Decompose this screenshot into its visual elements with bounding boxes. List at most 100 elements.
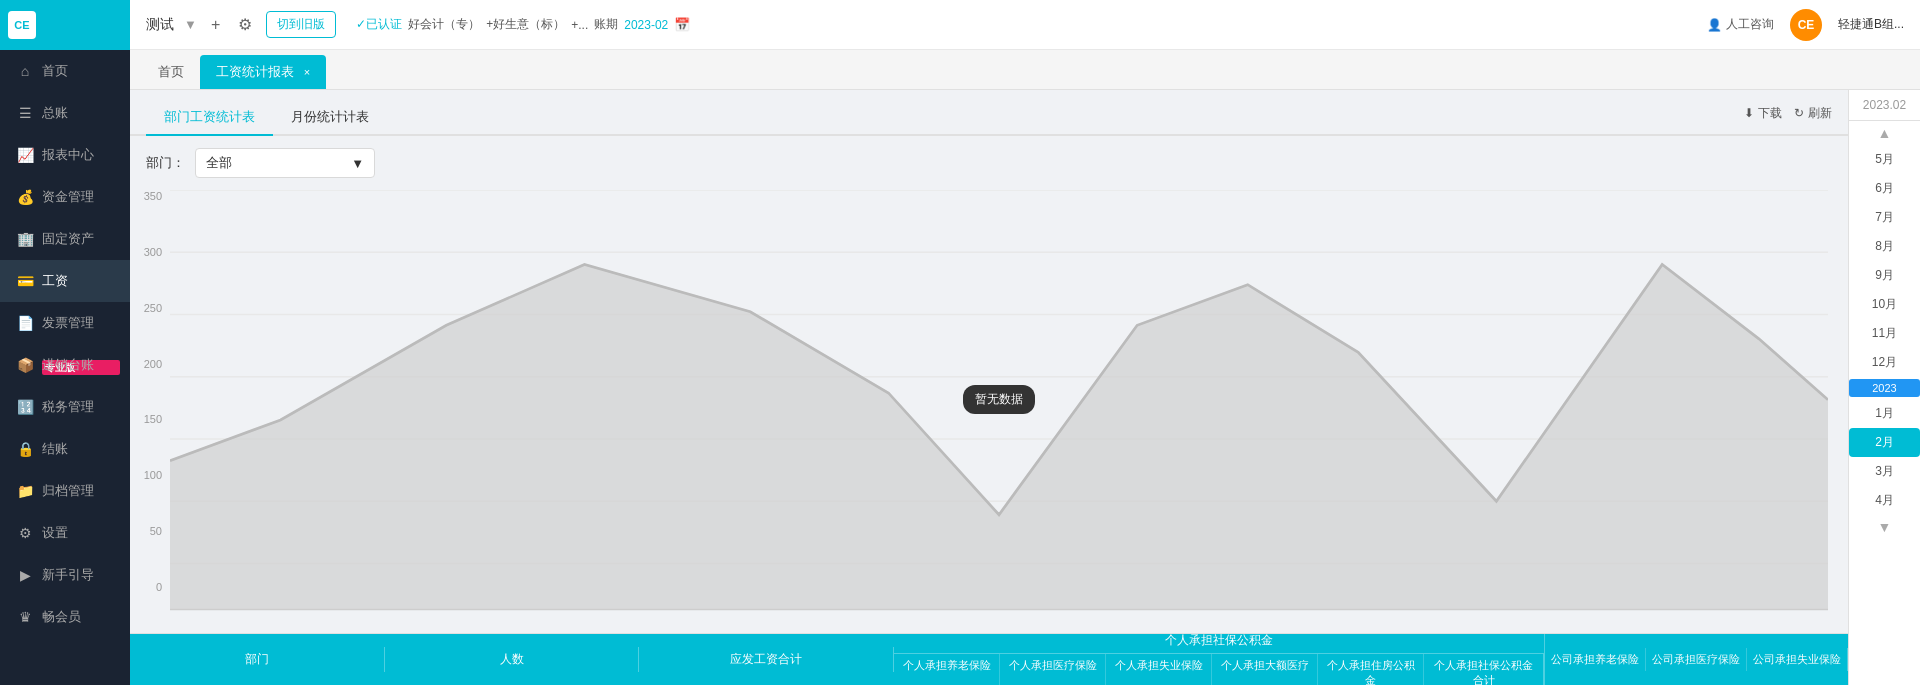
sidebar-label-closing: 结账	[42, 440, 68, 458]
sidebar-label-settings: 设置	[42, 524, 68, 542]
month-item-3[interactable]: 3月	[1849, 457, 1920, 486]
sidebar-item-purchase-sale[interactable]: 📦 进销台账	[0, 344, 130, 386]
sidebar-item-reports[interactable]: 📈 报表中心	[0, 134, 130, 176]
filter-label: 部门：	[146, 154, 185, 172]
col-personal-medical: 个人承担医疗保险	[1000, 654, 1106, 686]
chart-area: 350 300 250 200 150 100 50 0	[130, 190, 1848, 633]
help-button[interactable]: 👤 人工咨询	[1707, 16, 1774, 33]
sidebar-item-funds[interactable]: 💰 资金管理	[0, 176, 130, 218]
col-personal-pension: 个人承担养老保险	[894, 654, 1000, 686]
accounting-status: 好会计（专）	[408, 16, 480, 33]
month-item-11[interactable]: 11月	[1849, 319, 1920, 348]
sidebar-label-funds: 资金管理	[42, 188, 94, 206]
sidebar-label-membership: 畅会员	[42, 608, 81, 626]
sidebar-item-general-ledger[interactable]: ☰ 总账	[0, 92, 130, 134]
sidebar-item-invoice[interactable]: 📄 发票管理	[0, 302, 130, 344]
sidebar-label-salary: 工资	[42, 272, 68, 290]
year-marker-2023: 2023	[1849, 379, 1920, 397]
closing-icon: 🔒	[16, 441, 34, 457]
col-dept: 部门	[130, 647, 385, 672]
chart-svg	[170, 190, 1828, 623]
topbar-arrow-icon[interactable]: ▼	[184, 17, 197, 32]
content-with-panel: 部门工资统计表 月份统计计表 ⬇ 下载 ↻ 刷新 部门： 全部	[130, 90, 1920, 685]
subtab-actions: ⬇ 下载 ↻ 刷新	[1744, 105, 1832, 130]
department-select[interactable]: 全部 ▼	[195, 148, 375, 178]
month-item-10[interactable]: 10月	[1849, 290, 1920, 319]
certified-status: ✓已认证	[356, 16, 402, 33]
app-logo: CE 畅捷通好会计 专业版	[0, 0, 130, 50]
subtabs: 部门工资统计表 月份统计计表 ⬇ 下载 ↻ 刷新	[130, 90, 1848, 136]
month-item-6[interactable]: 6月	[1849, 174, 1920, 203]
sidebar-label-ledger: 总账	[42, 104, 68, 122]
home-icon: ⌂	[16, 63, 34, 79]
col-personal-unemployment: 个人承担失业保险	[1106, 654, 1212, 686]
sidebar-label-archive: 归档管理	[42, 482, 94, 500]
company-group-cols: 公司承担养老保险 公司承担医疗保险 公司承担失业保险	[1545, 648, 1848, 671]
chart-container: 暂无数据	[170, 190, 1828, 623]
period-value: 2023-02	[624, 18, 668, 32]
right-panel-down-icon[interactable]: ▼	[1874, 515, 1896, 539]
company-group: 公司承担养老保险 公司承担医疗保险 公司承担失业保险	[1545, 648, 1848, 671]
personal-group-header: 个人承担社保公积金	[894, 633, 1544, 654]
tab-home[interactable]: 首页	[146, 55, 196, 89]
sidebar-item-fixed-assets[interactable]: 🏢 固定资产	[0, 218, 130, 260]
subtab-monthly[interactable]: 月份统计计表	[273, 100, 387, 136]
col-personal-large-medical: 个人承担大额医疗	[1212, 654, 1318, 686]
calendar-icon[interactable]: 📅	[674, 17, 690, 32]
settings-icon: ⚙	[16, 525, 34, 541]
sidebar-item-archive[interactable]: 📁 归档管理	[0, 470, 130, 512]
sidebar-item-membership[interactable]: ♛ 畅会员	[0, 596, 130, 638]
sidebar-label-reports: 报表中心	[42, 146, 94, 164]
content-main: 部门工资统计表 月份统计计表 ⬇ 下载 ↻ 刷新 部门： 全部	[130, 90, 1848, 685]
main-area: 测试 ▼ + ⚙ 切到旧版 ✓已认证 好会计（专） +好生意（标） +... 账…	[130, 0, 1920, 685]
sidebar-label-invoice: 发票管理	[42, 314, 94, 332]
sidebar-item-closing[interactable]: 🔒 结账	[0, 428, 130, 470]
ledger-icon: ☰	[16, 105, 34, 121]
tab-close-icon[interactable]: ×	[304, 66, 310, 78]
personal-group: 个人承担社保公积金 个人承担养老保险 个人承担医疗保险 个人承担失业保险 个人承…	[894, 633, 1545, 685]
sidebar-label-tax: 税务管理	[42, 398, 94, 416]
sidebar-item-tax[interactable]: 🔢 税务管理	[0, 386, 130, 428]
subtab-dept[interactable]: 部门工资统计表	[146, 100, 273, 136]
month-item-12[interactable]: 12月	[1849, 348, 1920, 377]
purchase-icon: 📦	[16, 357, 34, 373]
col-company-unemployment: 公司承担失业保险	[1747, 648, 1848, 671]
month-item-5[interactable]: 5月	[1849, 145, 1920, 174]
topbar-title: 测试	[146, 16, 174, 34]
tab-salary-report[interactable]: 工资统计报表 ×	[200, 55, 326, 89]
period-label: 账期	[594, 16, 618, 33]
svg-marker-8	[170, 264, 1828, 609]
sidebar-item-guide[interactable]: ▶ 新手引导	[0, 554, 130, 596]
y-axis: 350 300 250 200 150 100 50 0	[130, 190, 170, 593]
right-panel-up-icon[interactable]: ▲	[1874, 121, 1896, 145]
download-button[interactable]: ⬇ 下载	[1744, 105, 1782, 122]
sidebar-label-purchase: 进销台账	[42, 356, 94, 374]
sidebar-item-settings[interactable]: ⚙ 设置	[0, 512, 130, 554]
refresh-button[interactable]: ↻ 刷新	[1794, 105, 1832, 122]
month-item-1[interactable]: 1月	[1849, 399, 1920, 428]
assets-icon: 🏢	[16, 231, 34, 247]
membership-icon: ♛	[16, 609, 34, 625]
month-item-9[interactable]: 9月	[1849, 261, 1920, 290]
month-item-8[interactable]: 8月	[1849, 232, 1920, 261]
salary-icon: 💳	[16, 273, 34, 289]
col-total: 应发工资合计	[639, 647, 894, 672]
sidebar-item-salary[interactable]: 💳 工资	[0, 260, 130, 302]
switch-old-version-button[interactable]: 切到旧版	[266, 11, 336, 38]
status-tags: ✓已认证 好会计（专） +好生意（标） +... 账期 2023-02 📅	[356, 16, 690, 33]
add-button[interactable]: +	[207, 12, 224, 38]
sidebar-item-home[interactable]: ⌂ 首页	[0, 50, 130, 92]
settings-button[interactable]: ⚙	[234, 11, 256, 38]
month-item-2-active[interactable]: 2月	[1849, 428, 1920, 457]
help-icon: 👤	[1707, 18, 1722, 32]
more-status: +...	[571, 18, 588, 32]
user-name[interactable]: 轻捷通B组...	[1838, 16, 1904, 33]
avatar: CE	[1790, 9, 1822, 41]
month-item-7[interactable]: 7月	[1849, 203, 1920, 232]
month-item-4[interactable]: 4月	[1849, 486, 1920, 515]
col-company-medical: 公司承担医疗保险	[1646, 648, 1747, 671]
tabbar: 首页 工资统计报表 ×	[130, 50, 1920, 90]
guide-icon: ▶	[16, 567, 34, 583]
col-personal-housing: 个人承担住房公积金	[1318, 654, 1424, 686]
sidebar-label-guide: 新手引导	[42, 566, 94, 584]
